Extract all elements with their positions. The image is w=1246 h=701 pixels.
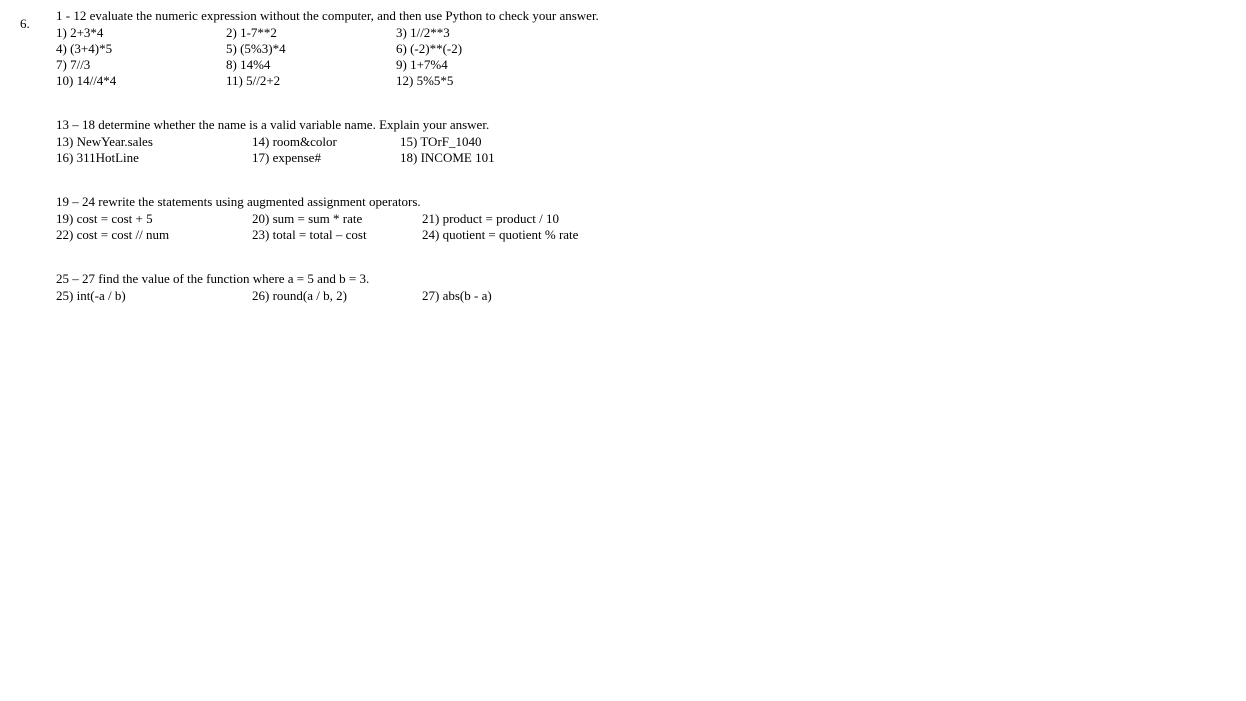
exercise-item: 14) room&color bbox=[252, 134, 400, 150]
exercise-item: 21) product = product / 10 bbox=[422, 211, 592, 227]
exercise-item: 11) 5//2+2 bbox=[226, 73, 396, 89]
section-1-instruction: 1 - 12 evaluate the numeric expression w… bbox=[56, 8, 1246, 24]
exercise-item: 12) 5%5*5 bbox=[396, 73, 566, 89]
section-3-instruction: 19 – 24 rewrite the statements using aug… bbox=[56, 194, 1246, 210]
content-area: 1 - 12 evaluate the numeric expression w… bbox=[56, 8, 1246, 304]
section-4-instruction: 25 – 27 find the value of the function w… bbox=[56, 271, 1246, 287]
exercise-item: 13) NewYear.sales bbox=[56, 134, 252, 150]
exercise-row: 1) 2+3*4 2) 1-7**2 3) 1//2**3 bbox=[56, 25, 1246, 41]
exercise-item: 10) 14//4*4 bbox=[56, 73, 226, 89]
exercise-item: 20) sum = sum * rate bbox=[252, 211, 422, 227]
exercise-item: 2) 1-7**2 bbox=[226, 25, 396, 41]
exercise-item: 5) (5%3)*4 bbox=[226, 41, 396, 57]
section-4: 25 – 27 find the value of the function w… bbox=[56, 271, 1246, 304]
exercise-item: 16) 311HotLine bbox=[56, 150, 252, 166]
exercise-item: 4) (3+4)*5 bbox=[56, 41, 226, 57]
exercise-row: 16) 311HotLine 17) expense# 18) INCOME 1… bbox=[56, 150, 1246, 166]
exercise-item: 24) quotient = quotient % rate bbox=[422, 227, 592, 243]
page-number: 6. bbox=[20, 16, 30, 32]
exercise-item: 19) cost = cost + 5 bbox=[56, 211, 252, 227]
exercise-item: 15) TOrF_1040 bbox=[400, 134, 570, 150]
exercise-item: 18) INCOME 101 bbox=[400, 150, 570, 166]
exercise-row: 22) cost = cost // num 23) total = total… bbox=[56, 227, 1246, 243]
exercise-item: 25) int(-a / b) bbox=[56, 288, 252, 304]
exercise-row: 10) 14//4*4 11) 5//2+2 12) 5%5*5 bbox=[56, 73, 1246, 89]
exercise-row: 25) int(-a / b) 26) round(a / b, 2) 27) … bbox=[56, 288, 1246, 304]
exercise-row: 13) NewYear.sales 14) room&color 15) TOr… bbox=[56, 134, 1246, 150]
exercise-row: 7) 7//3 8) 14%4 9) 1+7%4 bbox=[56, 57, 1246, 73]
exercise-item: 9) 1+7%4 bbox=[396, 57, 566, 73]
document-page: 6. 1 - 12 evaluate the numeric expressio… bbox=[0, 8, 1246, 304]
exercise-item: 8) 14%4 bbox=[226, 57, 396, 73]
exercise-item: 1) 2+3*4 bbox=[56, 25, 226, 41]
section-1: 1 - 12 evaluate the numeric expression w… bbox=[56, 8, 1246, 89]
exercise-item: 22) cost = cost // num bbox=[56, 227, 252, 243]
exercise-row: 4) (3+4)*5 5) (5%3)*4 6) (-2)**(-2) bbox=[56, 41, 1246, 57]
exercise-item: 6) (-2)**(-2) bbox=[396, 41, 566, 57]
exercise-item: 27) abs(b - a) bbox=[422, 288, 592, 304]
exercise-row: 19) cost = cost + 5 20) sum = sum * rate… bbox=[56, 211, 1246, 227]
section-2: 13 – 18 determine whether the name is a … bbox=[56, 117, 1246, 166]
exercise-item: 3) 1//2**3 bbox=[396, 25, 566, 41]
section-3: 19 – 24 rewrite the statements using aug… bbox=[56, 194, 1246, 243]
exercise-item: 26) round(a / b, 2) bbox=[252, 288, 422, 304]
exercise-item: 23) total = total – cost bbox=[252, 227, 422, 243]
exercise-item: 7) 7//3 bbox=[56, 57, 226, 73]
section-2-instruction: 13 – 18 determine whether the name is a … bbox=[56, 117, 1246, 133]
exercise-item: 17) expense# bbox=[252, 150, 400, 166]
